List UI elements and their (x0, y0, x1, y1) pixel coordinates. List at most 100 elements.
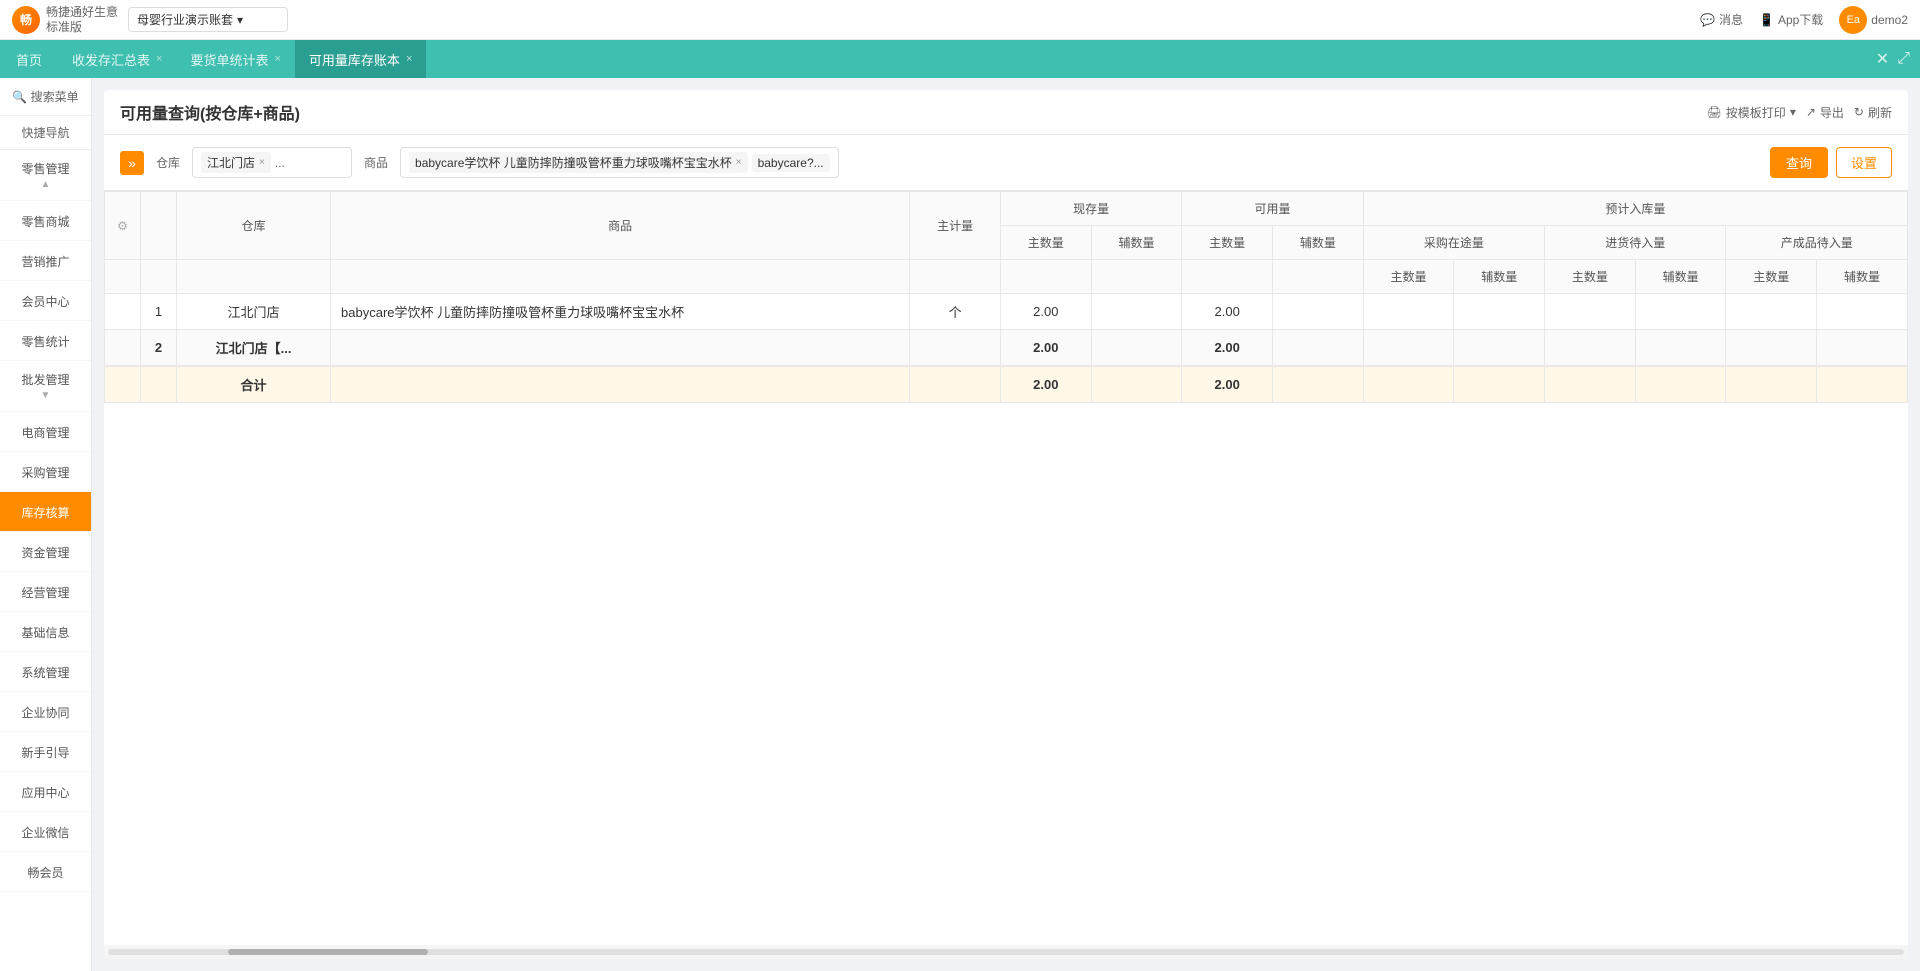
tab-available-stock-close[interactable]: × (406, 53, 412, 65)
export-btn[interactable]: ↗ 导出 (1806, 104, 1844, 121)
th-sub-avail-aux (1273, 260, 1364, 294)
logo-area: 畅 畅捷通好生意 标准版 (12, 5, 118, 34)
warehouse-label: 仓库 (156, 154, 180, 171)
sidebar-inventory-label: 库存核算 (21, 504, 69, 521)
td-purchase-main-2 (1363, 330, 1454, 367)
sidebar-item-inventory[interactable]: 库存核算 (0, 492, 91, 532)
warehouse-more[interactable]: ... (275, 156, 285, 170)
refresh-btn[interactable]: ↻ 刷新 (1854, 104, 1892, 121)
app-download-btn[interactable]: 📱 App下载 (1759, 11, 1823, 28)
avatar: Ea (1839, 6, 1867, 34)
logo-icon: 畅 (12, 6, 40, 34)
sidebar-retail-stats-label: 零售统计 (21, 333, 69, 350)
th-product-waiting: 产成品待入量 (1726, 226, 1908, 260)
td-total-product-main (1726, 366, 1817, 403)
td-avail-main-1: 2.00 (1182, 294, 1273, 330)
settings-icon[interactable]: ⚙ (117, 219, 128, 233)
tab-home[interactable]: 首页 (0, 40, 58, 78)
settings-btn[interactable]: 设置 (1836, 147, 1892, 178)
td-total-current-main: 2.00 (1000, 366, 1091, 403)
sidebar-item-enterprise[interactable]: 企业协同 (0, 692, 91, 732)
user-area[interactable]: Ea demo2 (1839, 6, 1908, 34)
tab-expand-btn[interactable]: ⤢ (1897, 50, 1910, 68)
th-inbound-waiting: 进货待入量 (1545, 226, 1726, 260)
filter-area: » 仓库 江北门店 × ... 商品 babycare学饮杯 儿童防摔防撞吸管杯… (104, 135, 1908, 191)
sidebar-item-ecommerce[interactable]: 电商管理 (0, 412, 91, 452)
tab-order-stats-close[interactable]: × (274, 53, 280, 65)
td-settings-2 (105, 330, 141, 367)
table-row-subtotal: 2 江北门店【... 2.00 2.00 (105, 330, 1908, 367)
td-avail-aux-2 (1273, 330, 1364, 367)
td-settings-1 (105, 294, 141, 330)
sidebar-app-center-label: 应用中心 (21, 784, 69, 801)
sidebar-item-purchase[interactable]: 采购管理 (0, 452, 91, 492)
product-input[interactable]: babycare学饮杯 儿童防摔防撞吸管杯重力球吸嘴杯宝宝水杯 × babyca… (400, 147, 839, 178)
th-avail-main: 主数量 (1182, 226, 1273, 260)
export-icon: ↗ (1806, 105, 1816, 119)
product-tag1-close[interactable]: × (736, 157, 742, 168)
sidebar-item-system[interactable]: 系统管理 (0, 652, 91, 692)
sidebar-purchase-label: 采购管理 (21, 464, 69, 481)
th-sub-warehouse (177, 260, 331, 294)
td-product-aux-2 (1817, 330, 1908, 367)
td-no-2: 2 (141, 330, 177, 367)
scroll-track (108, 949, 1904, 955)
warehouse-input[interactable]: 江北门店 × ... (192, 147, 352, 178)
sidebar-item-new-guide[interactable]: 新手引导 (0, 732, 91, 772)
sidebar-item-finance[interactable]: 资金管理 (0, 532, 91, 572)
total-row: 合计 2.00 2.00 (105, 366, 1908, 403)
tab-receive-send-close[interactable]: × (156, 53, 162, 65)
horizontal-scrollbar[interactable] (104, 945, 1908, 959)
td-total-current-aux (1091, 366, 1182, 403)
sidebar-retail-mgmt-label: 零售管理 (21, 160, 69, 177)
sidebar-search[interactable]: 🔍 搜索菜单 (0, 78, 91, 116)
td-avail-aux-1 (1273, 294, 1364, 330)
expand-filter-btn[interactable]: » (120, 151, 144, 175)
td-purchase-aux-2 (1454, 330, 1545, 367)
td-inbound-aux-2 (1635, 330, 1726, 367)
td-total-unit (910, 366, 1001, 403)
sidebar-item-ops[interactable]: 经营管理 (0, 572, 91, 612)
th-sub-no (141, 260, 177, 294)
sidebar-item-wholesale-mgmt[interactable]: 批发管理 ▼ (0, 361, 91, 412)
sidebar-item-basic[interactable]: 基础信息 (0, 612, 91, 652)
sidebar-member-label: 畅会员 (27, 864, 63, 881)
sidebar-item-retail-stats[interactable]: 零售统计 (0, 321, 91, 361)
sidebar-item-retail-mall[interactable]: 零售商城 (0, 201, 91, 241)
tab-close-all-btn[interactable]: ✕ (1876, 49, 1889, 69)
tab-order-stats[interactable]: 要货单统计表 × (176, 40, 294, 78)
th-sub-product-aux: 辅数量 (1817, 260, 1908, 294)
th-sub-settings (105, 260, 141, 294)
td-avail-main-2: 2.00 (1182, 330, 1273, 367)
tab-receive-send[interactable]: 收发存汇总表 × (58, 40, 176, 78)
sidebar-item-member-center[interactable]: 会员中心 (0, 281, 91, 321)
sidebar-item-retail-mgmt[interactable]: 零售管理 ▲ (0, 150, 91, 201)
query-btn[interactable]: 查询 (1770, 147, 1828, 178)
tab-bar-right: ✕ ⤢ (1876, 49, 1920, 69)
th-settings[interactable]: ⚙ (105, 192, 141, 260)
chevron-down-icon-wholesale: ▼ (41, 390, 51, 401)
logo-text: 畅捷通好生意 标准版 (46, 5, 118, 34)
home-label: 首页 (16, 50, 42, 69)
sidebar-system-label: 系统管理 (21, 664, 69, 681)
th-current-stock: 现存量 (1000, 192, 1181, 226)
sidebar-item-app-center[interactable]: 应用中心 (0, 772, 91, 812)
tab-available-stock[interactable]: 可用量库存账本 × (295, 40, 426, 78)
table-wrapper: ⚙ 仓库 商品 主计量 现存量 可用量 预计入库量 主数量 辅数量 主数量 (104, 191, 1908, 945)
sidebar-item-marketing[interactable]: 营销推广 (0, 241, 91, 281)
scroll-thumb[interactable] (228, 949, 428, 955)
sidebar-quick-nav[interactable]: 快捷导航 (0, 116, 91, 150)
sidebar-wechat-label: 企业微信 (21, 824, 69, 841)
main-layout: 🔍 搜索菜单 快捷导航 零售管理 ▲ 零售商城 营销推广 会员中心 零售统计 批… (0, 78, 1920, 971)
td-current-aux-1 (1091, 294, 1182, 330)
td-purchase-aux-1 (1454, 294, 1545, 330)
sidebar-item-wechat[interactable]: 企业微信 (0, 812, 91, 852)
print-btn[interactable]: 🖨 按模板打印 ▾ (1707, 104, 1796, 121)
industry-selector[interactable]: 母婴行业演示账套 ▾ (128, 7, 288, 32)
sidebar-item-member[interactable]: 畅会员 (0, 852, 91, 892)
th-sub-inbound-main: 主数量 (1545, 260, 1636, 294)
warehouse-tag-close[interactable]: × (259, 157, 265, 168)
chevron-up-icon: ▲ (41, 179, 51, 190)
th-sub-current-main (1000, 260, 1091, 294)
message-btn[interactable]: 💬 消息 (1700, 11, 1743, 28)
